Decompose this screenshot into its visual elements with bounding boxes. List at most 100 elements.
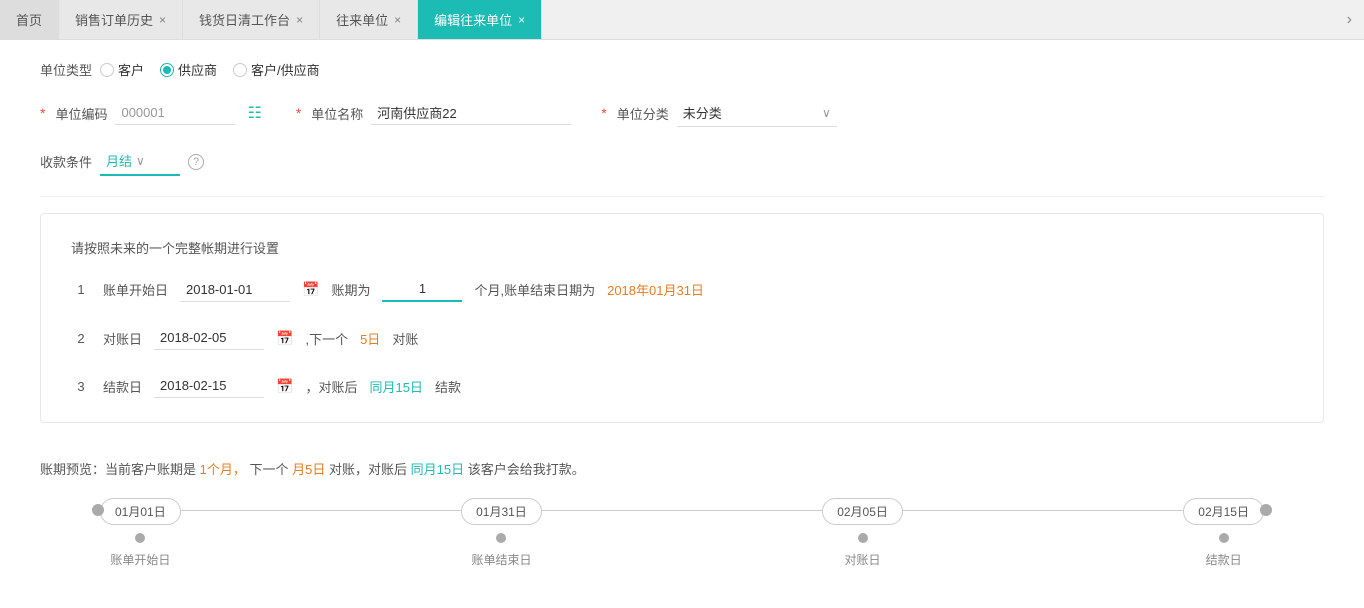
tab-sales-history-label: 销售订单历史 (75, 10, 153, 29)
unit-name-input[interactable] (371, 101, 571, 125)
unit-code-required: * (40, 105, 45, 121)
unit-name-required: * (296, 105, 301, 121)
preview-part2: 月5日 (292, 462, 325, 477)
period-num-1: 1 (71, 282, 91, 297)
period-start-cal-icon[interactable]: 📅 (302, 281, 319, 298)
unit-category-required: * (601, 105, 606, 121)
timeline-node-2: 01月31日 账单结束日 (461, 498, 542, 568)
radio-supplier[interactable]: 供应商 (160, 60, 217, 79)
period-box-title: 请按照未来的一个完整帐期进行设置 (71, 238, 1293, 257)
period-num-2: 2 (71, 331, 91, 346)
preview-prefix: 账期预览：当前客户账期是 (40, 462, 196, 477)
timeline-start-dot (92, 504, 104, 516)
unit-name-label: 单位名称 (311, 104, 363, 123)
period-row-2: 2 对账日 📅 ,下一个 5日 对账 (71, 326, 1293, 350)
period-row-3: 3 结款日 📅 ，对账后 同月15日 结款 (71, 374, 1293, 398)
period-suffix-3b: 结款 (435, 377, 461, 396)
timeline-badge-3: 02月05日 (822, 498, 903, 525)
tab-edit-partner[interactable]: 编辑往来单位 × (418, 0, 542, 39)
tab-sales-history-close[interactable]: × (159, 13, 166, 27)
preview-connector1: 下一个 (250, 462, 289, 477)
radio-customer-circle (100, 63, 114, 77)
unit-name-group: * 单位名称 (296, 101, 571, 125)
period-suffix-2b: 对账 (392, 329, 418, 348)
period-payment-cal-icon[interactable]: 📅 (276, 378, 293, 395)
unit-type-row: 单位类型 客户 供应商 客户/供应商 (40, 60, 1324, 79)
radio-both[interactable]: 客户/供应商 (233, 60, 320, 79)
tab-partner-label: 往来单位 (336, 10, 388, 29)
period-end-date-highlight: 2018年01月31日 (607, 280, 704, 299)
unit-code-input[interactable] (115, 101, 235, 125)
period-field-label-1: 账单开始日 (103, 280, 168, 299)
tab-partner-close[interactable]: × (394, 13, 401, 27)
unit-type-group: 单位类型 客户 供应商 客户/供应商 (40, 60, 320, 79)
tab-cash-work-label: 钱货日清工作台 (199, 10, 290, 29)
timeline: 01月01日 账单开始日 01月31日 账单结束日 02月05日 对账日 (40, 498, 1324, 568)
period-month-input[interactable] (382, 277, 462, 302)
divider (40, 196, 1324, 197)
timeline-label-4: 结款日 (1206, 551, 1242, 568)
timeline-node-4: 02月15日 结款日 (1183, 498, 1264, 568)
payment-row: 收款条件 月结 ∨ ? (40, 147, 1324, 176)
tab-home[interactable]: 首页 (0, 0, 59, 39)
payment-chevron: ∨ (136, 154, 145, 168)
preview-suffix: 该客户会给我打款。 (468, 462, 585, 477)
tab-edit-partner-close[interactable]: × (518, 13, 525, 27)
payment-group: 收款条件 月结 ∨ ? (40, 147, 204, 176)
preview-connector2: 对账，对账后 (329, 462, 407, 477)
unit-info-row: * 单位编码 ☷ * 单位名称 * 单位分类 未分类 ∨ (40, 99, 1324, 127)
main-content: 单位类型 客户 供应商 客户/供应商 * 单位编码 (0, 40, 1364, 608)
period-reconcile-cal-icon[interactable]: 📅 (276, 330, 293, 347)
period-row-1: 1 账单开始日 📅 账期为 个月,账单结束日期为 2018年01月31日 (71, 277, 1293, 302)
period-field-label-3: 结款日 (103, 377, 142, 396)
timeline-dot-3 (858, 533, 868, 543)
timeline-end-dot (1260, 504, 1272, 516)
timeline-dot-4 (1219, 533, 1229, 543)
preview-part1: 1个月， (200, 462, 246, 477)
tab-cash-work-close[interactable]: × (296, 13, 303, 27)
unit-code-label: 单位编码 (55, 104, 107, 123)
radio-customer-label: 客户 (118, 60, 144, 79)
timeline-badge-4: 02月15日 (1183, 498, 1264, 525)
unit-type-label: 单位类型 (40, 60, 92, 79)
period-field-label-2: 对账日 (103, 329, 142, 348)
period-suffix-month: 个月,账单结束日期为 (474, 280, 595, 299)
unit-category-value: 未分类 (683, 103, 818, 122)
timeline-badge-1: 01月01日 (100, 498, 181, 525)
tab-partner[interactable]: 往来单位 × (320, 0, 418, 39)
payment-help-icon[interactable]: ? (188, 154, 204, 170)
timeline-dot-2 (496, 533, 506, 543)
payment-label: 收款条件 (40, 152, 92, 171)
radio-both-circle (233, 63, 247, 77)
tab-more-button[interactable]: › (1335, 11, 1364, 29)
radio-supplier-circle (160, 63, 174, 77)
payment-select[interactable]: 月结 ∨ (100, 147, 180, 176)
unit-category-select[interactable]: 未分类 ∨ (677, 99, 837, 127)
unit-category-chevron: ∨ (822, 106, 831, 120)
timeline-nodes: 01月01日 账单开始日 01月31日 账单结束日 02月05日 对账日 (100, 498, 1264, 568)
period-reconcile-date-input[interactable] (154, 326, 264, 350)
tab-sales-history[interactable]: 销售订单历史 × (59, 0, 183, 39)
timeline-label-3: 对账日 (845, 551, 881, 568)
period-payment-day-highlight: 同月15日 (369, 377, 422, 396)
timeline-dot-1 (135, 533, 145, 543)
tab-bar: 首页 销售订单历史 × 钱货日清工作台 × 往来单位 × 编辑往来单位 × › (0, 0, 1364, 40)
preview-part3: 同月15日 (411, 462, 464, 477)
period-start-date-input[interactable] (180, 278, 290, 302)
timeline-badge-2: 01月31日 (461, 498, 542, 525)
radio-customer[interactable]: 客户 (100, 60, 144, 79)
unit-category-label: 单位分类 (617, 104, 669, 123)
period-suffix-3a: ，对账后 (305, 377, 357, 396)
preview-text: 账期预览：当前客户账期是 1个月， 下一个 月5日 对账，对账后 同月15日 该… (40, 459, 1324, 478)
timeline-label-2: 账单结束日 (471, 551, 531, 568)
timeline-node-1: 01月01日 账单开始日 (100, 498, 181, 568)
tab-home-label: 首页 (16, 10, 42, 29)
unit-code-copy-icon[interactable]: ☷ (243, 101, 265, 125)
period-payment-date-input[interactable] (154, 374, 264, 398)
period-num-3: 3 (71, 379, 91, 394)
radio-both-label: 客户/供应商 (251, 60, 320, 79)
tab-cash-work[interactable]: 钱货日清工作台 × (183, 0, 320, 39)
period-suffix-1: 账期为 (331, 280, 370, 299)
period-settings-box: 请按照未来的一个完整帐期进行设置 1 账单开始日 📅 账期为 个月,账单结束日期… (40, 213, 1324, 423)
radio-group-unit-type: 客户 供应商 客户/供应商 (100, 60, 320, 79)
